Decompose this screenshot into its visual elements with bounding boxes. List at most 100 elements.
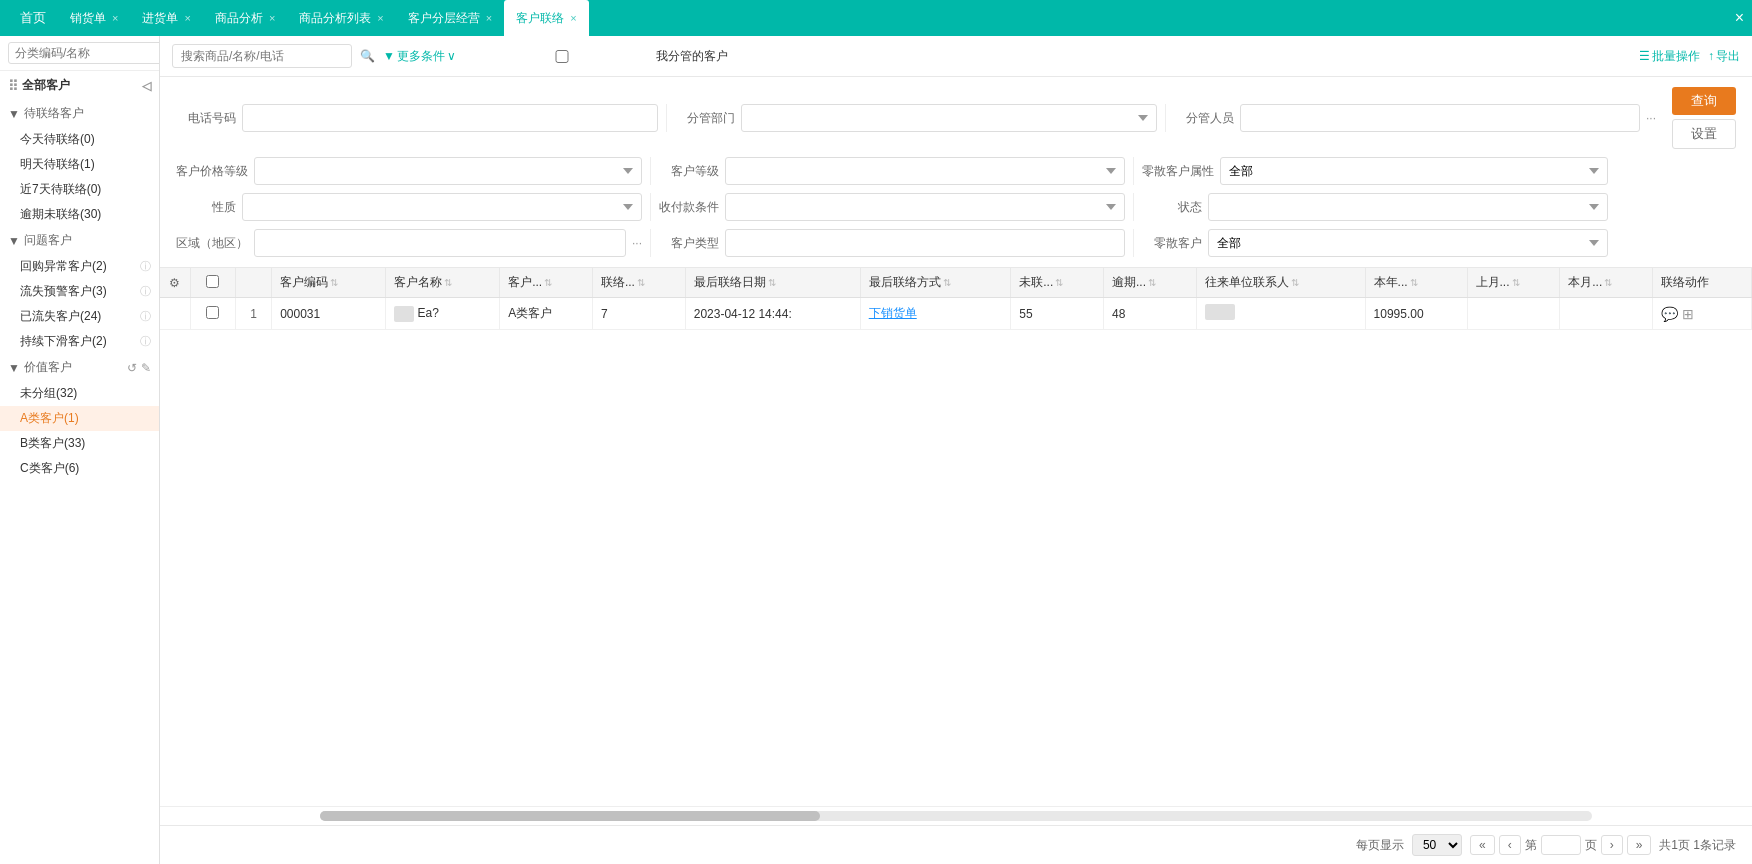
scattered-attr-select[interactable]: 全部 [1220,157,1608,185]
customer-type-input[interactable] [725,229,1125,257]
divider4 [1133,157,1134,185]
abnormal-repurchase-item[interactable]: 回购异常客户(2) ⓘ [0,254,159,279]
phone-label: 电话号码 [176,110,236,127]
value-customers-section[interactable]: ▼ 价值客户 ↺ ✎ [0,354,159,381]
sort-uncontacted-icon[interactable]: ⇅ [1055,277,1063,288]
declining-item[interactable]: 持续下滑客户(2) ⓘ [0,329,159,354]
nav-customer-segmentation[interactable]: 客户分层经营 × [396,0,504,36]
index-col-header [236,268,272,298]
sort-year-icon[interactable]: ⇅ [1410,277,1418,288]
nav-product-analysis[interactable]: 商品分析 × [203,0,287,36]
all-customers-header[interactable]: ⠿ 全部客户 ◁ [0,71,159,100]
close-product-list-tab[interactable]: × [377,12,383,24]
query-button[interactable]: 查询 [1672,87,1736,115]
sort-overdue-icon[interactable]: ⇅ [1148,277,1156,288]
sort-name-icon[interactable]: ⇅ [444,277,452,288]
row-checkbox[interactable] [206,306,219,319]
unclassified-item[interactable]: 未分组(32) [0,381,159,406]
uncontacted-col-header: 未联... ⇅ [1011,268,1104,298]
churn-warning-item[interactable]: 流失预警客户(3) ⓘ [0,279,159,304]
nature-select[interactable] [242,193,642,221]
manager-input[interactable] [1240,104,1640,132]
export-button[interactable]: ↑ 导出 [1708,48,1740,65]
batch-ops-button[interactable]: ☰ 批量操作 [1639,48,1700,65]
region-input[interactable] [254,229,626,257]
close-sales-tab[interactable]: × [112,12,118,24]
row-customer-type-cell: A类客户 [500,298,593,330]
nav-purchase[interactable]: 进货单 × [130,0,202,36]
manager-dots-icon[interactable]: ··· [1646,111,1656,125]
last-page-button[interactable]: » [1627,835,1652,855]
row-last-contact-date-cell: 2023-04-12 14:44: [685,298,860,330]
search-button-icon[interactable]: 🔍 [360,49,375,63]
week-pending-item[interactable]: 近7天待联络(0) [0,177,159,202]
today-pending-item[interactable]: 今天待联络(0) [0,127,159,152]
sidebar-search-input[interactable] [8,42,160,64]
horizontal-scrollbar[interactable] [160,806,1752,825]
nav-home[interactable]: 首页 [8,0,58,36]
edit-icon[interactable]: ✎ [141,361,151,375]
prev-page-button[interactable]: ‹ [1499,835,1521,855]
info-icon4: ⓘ [140,334,151,349]
sort-type-icon[interactable]: ⇅ [544,277,552,288]
nature-field: 性质 [176,193,642,221]
region-dots-icon[interactable]: ··· [632,236,642,250]
problem-customers-section[interactable]: ▼ 问题客户 [0,227,159,254]
pending-contact-section[interactable]: ▼ 待联络客户 [0,100,159,127]
sort-date-icon[interactable]: ⇅ [768,277,776,288]
overdue-contact-item[interactable]: 逾期未联络(30) [0,202,159,227]
contact-method-link[interactable]: 下销货单 [869,306,917,320]
next-page-button[interactable]: › [1601,835,1623,855]
first-page-button[interactable]: « [1470,835,1495,855]
dept-select[interactable] [741,104,1157,132]
churned-item[interactable]: 已流失客户(24) ⓘ [0,304,159,329]
tomorrow-pending-item[interactable]: 明天待联络(1) [0,152,159,177]
sort-code-icon[interactable]: ⇅ [330,277,338,288]
c-class-item[interactable]: C类客户(6) [0,456,159,481]
qr-action-icon[interactable]: ⊞ [1682,306,1694,322]
a-class-item[interactable]: A类客户(1) [0,406,159,431]
last-contact-method-col-header: 最后联络方式 ⇅ [860,268,1011,298]
select-all-checkbox[interactable] [206,275,219,288]
sort-unit-icon[interactable]: ⇅ [1291,277,1299,288]
divider6 [1133,193,1134,221]
setting-button[interactable]: 设置 [1672,119,1736,149]
status-field: 状态 [1142,193,1608,221]
chat-action-icon[interactable]: 💬 [1661,306,1678,322]
refresh-icon[interactable]: ↺ [127,361,137,375]
close-purchase-tab[interactable]: × [184,12,190,24]
status-select[interactable] [1208,193,1608,221]
sort-last-month-icon[interactable]: ⇅ [1512,277,1520,288]
close-segmentation-tab[interactable]: × [486,12,492,24]
close-all-tabs[interactable]: × [1735,9,1744,27]
search-input[interactable] [172,44,352,68]
overdue-col-header: 逾期... ⇅ [1104,268,1197,298]
my-customer-checkbox-label[interactable]: 我分管的客户 [472,48,728,65]
phone-input[interactable] [242,104,658,132]
price-grade-select[interactable] [254,157,642,185]
status-label: 状态 [1142,199,1202,216]
more-filter-button[interactable]: ▼ 更多条件 ∨ [383,48,456,65]
all-customers-label: 全部客户 [22,77,70,94]
my-customer-checkbox[interactable] [472,50,652,63]
row-contact-count-cell: 7 [592,298,685,330]
top-navigation: 首页 销货单 × 进货单 × 商品分析 × 商品分析列表 × 客户分层经营 × … [0,0,1752,36]
close-contact-tab[interactable]: × [570,12,576,24]
sort-contact-icon[interactable]: ⇅ [637,277,645,288]
nav-product-analysis-list[interactable]: 商品分析列表 × [287,0,395,36]
page-label-text: 第 [1525,837,1537,854]
per-page-select[interactable]: 50 100 200 [1412,834,1462,856]
scroll-thumb[interactable] [320,811,820,821]
customer-grade-select[interactable] [725,157,1125,185]
nav-customer-contact[interactable]: 客户联络 × [504,0,588,36]
sort-this-month-icon[interactable]: ⇅ [1604,277,1612,288]
table-gear-icon[interactable]: ⚙ [169,276,180,290]
scattered-customer-select[interactable]: 全部 [1208,229,1608,257]
sort-method-icon[interactable]: ⇅ [943,277,951,288]
collapse-sidebar-icon[interactable]: ◁ [142,79,151,93]
nav-sales[interactable]: 销货单 × [58,0,130,36]
b-class-item[interactable]: B类客户(33) [0,431,159,456]
payment-select[interactable] [725,193,1125,221]
page-input[interactable]: 1 [1541,835,1581,855]
close-product-analysis-tab[interactable]: × [269,12,275,24]
